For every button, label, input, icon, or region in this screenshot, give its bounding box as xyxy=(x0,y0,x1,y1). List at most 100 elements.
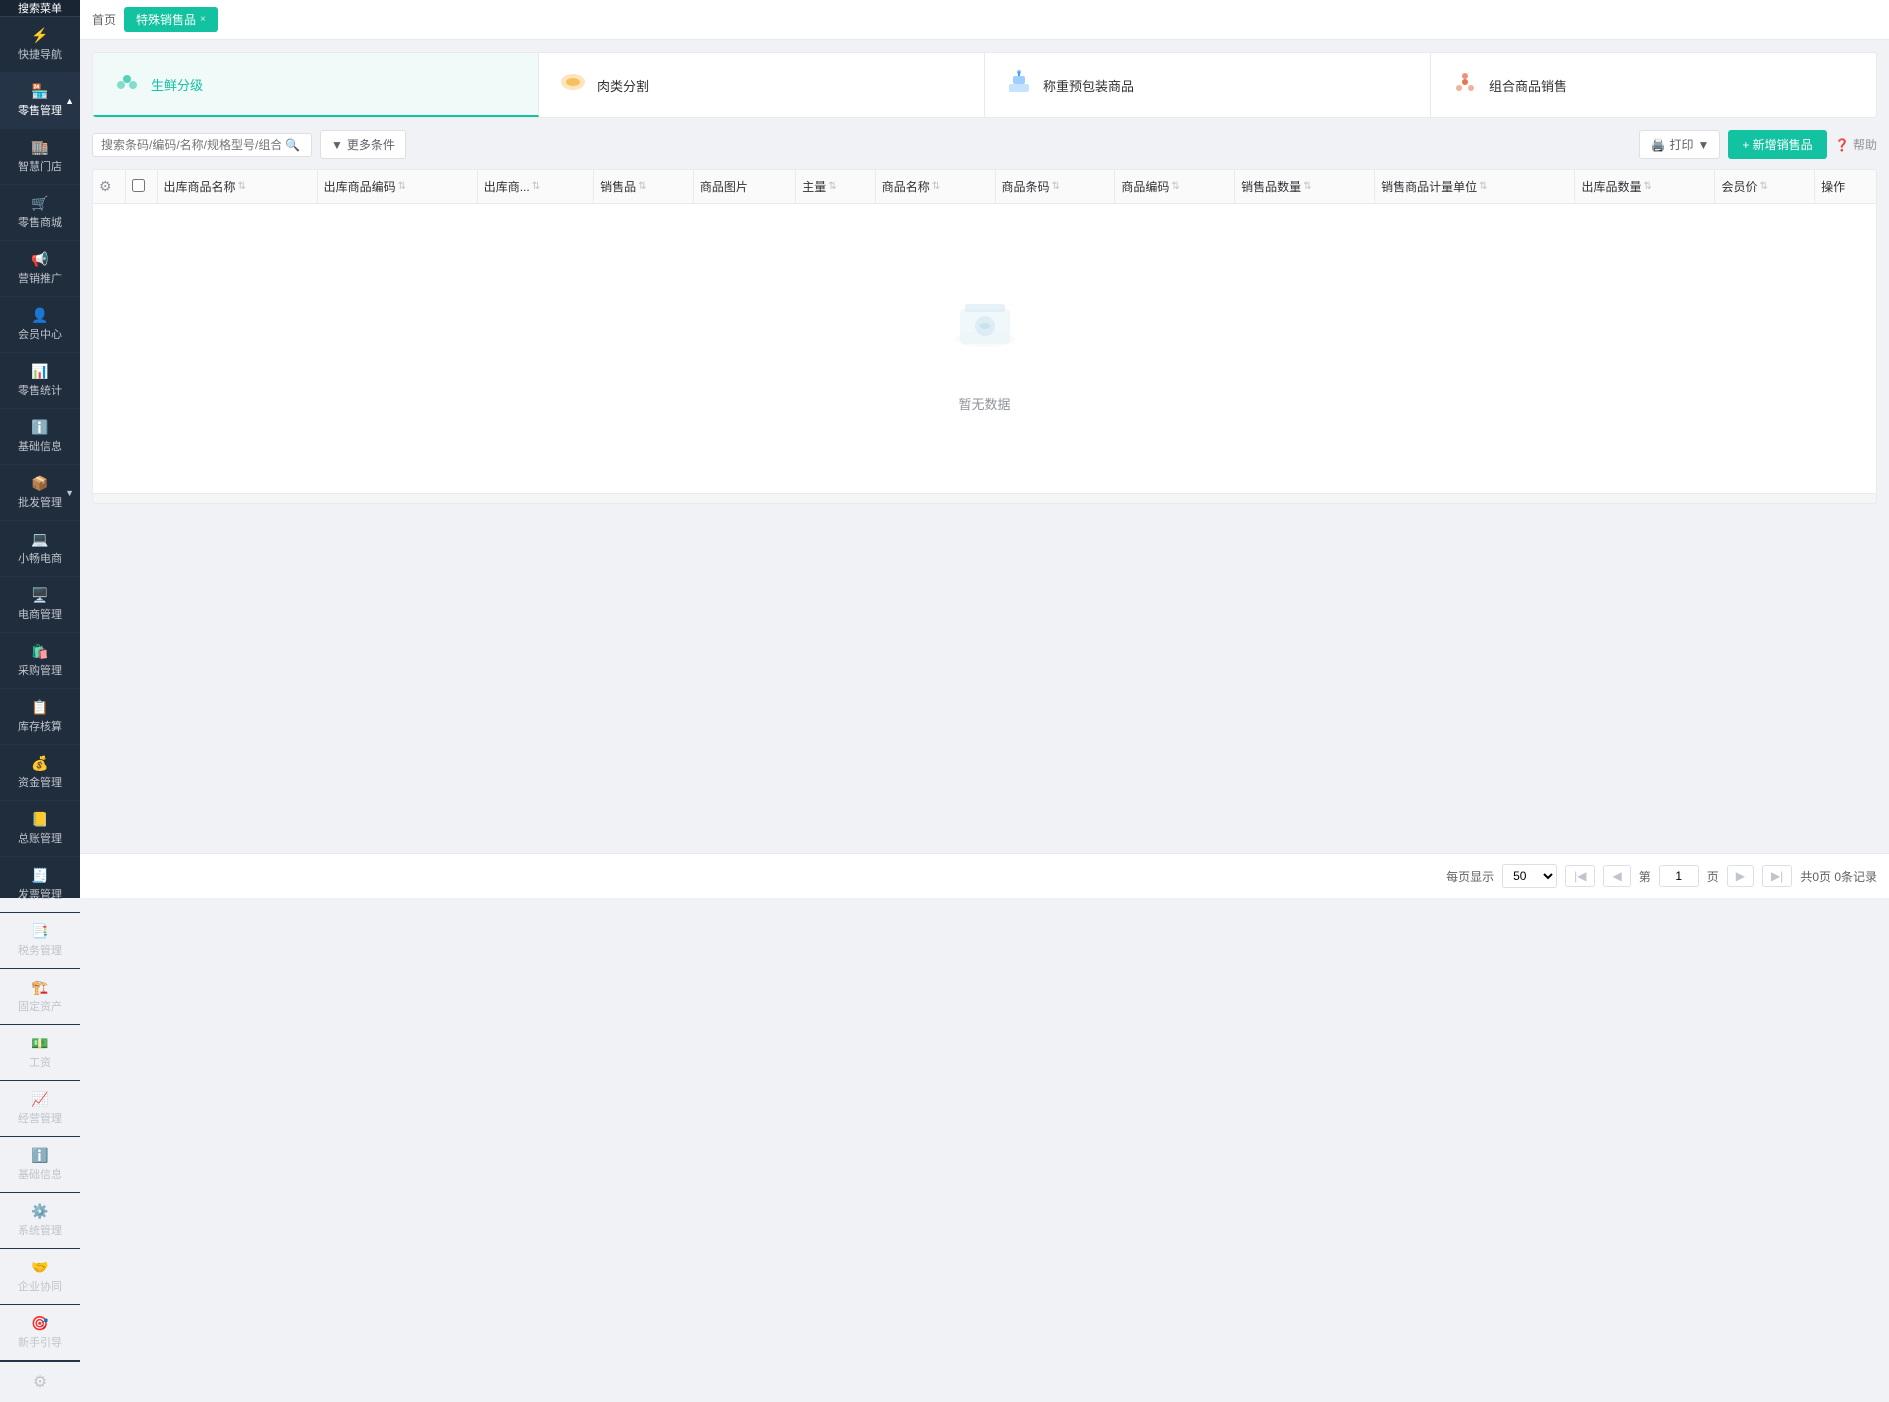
newbie-icon: 🎯 xyxy=(31,1315,48,1332)
settings-icon: ⚙ xyxy=(33,1374,47,1391)
tab-close-icon[interactable]: × xyxy=(200,14,206,25)
basic-info2-icon: ℹ️ xyxy=(31,1147,48,1164)
sort-icon-2: ⇅ xyxy=(398,181,406,192)
bottom-scrollbar[interactable] xyxy=(93,493,1876,503)
th-out-qty[interactable]: 出库品数量 ⇅ xyxy=(1575,170,1715,204)
sidebar-item-invoice-mgmt[interactable]: 🧾 发票管理 xyxy=(0,857,80,913)
th-checkbox[interactable] xyxy=(125,170,157,204)
sidebar-item-general-ledger[interactable]: 📒 总账管理 xyxy=(0,801,80,857)
sidebar-item-basic-info[interactable]: ℹ️ 基础信息 xyxy=(0,409,80,465)
toolbar-left: 🔍 ▼ 更多条件 xyxy=(92,130,406,159)
sidebar-item-newbie[interactable]: 🎯 新手引导 xyxy=(0,1305,80,1361)
sidebar-item-member-center[interactable]: 👤 会员中心 xyxy=(0,297,80,353)
inventory-icon: 📋 xyxy=(31,699,48,716)
sidebar-item-purchase-mgmt[interactable]: 🛍️ 采购管理 xyxy=(0,633,80,689)
th-member-price[interactable]: 会员价 ⇅ xyxy=(1715,170,1815,204)
member-center-icon: 👤 xyxy=(31,307,48,324)
th-product-image: 商品图片 xyxy=(693,170,795,204)
th-weight[interactable]: 主量 ⇅ xyxy=(796,170,876,204)
add-product-button[interactable]: + 新增销售品 xyxy=(1728,130,1826,159)
sidebar-item-system-mgmt[interactable]: ⚙️ 系统管理 xyxy=(0,1193,80,1249)
search-box[interactable]: 🔍 xyxy=(92,133,312,157)
tab-combo-sales[interactable]: 组合商品销售 xyxy=(1431,53,1876,117)
sidebar-item-marketing[interactable]: 📢 营销推广 xyxy=(0,241,80,297)
help-button[interactable]: ❓ 帮助 xyxy=(1835,136,1877,153)
search-icon: 🔍 xyxy=(285,138,300,152)
select-all-checkbox[interactable] xyxy=(132,179,145,192)
sidebar-item-retail-mall[interactable]: 🛒 零售商城 xyxy=(0,185,80,241)
wholesale-mgmt-icon: 📦 xyxy=(31,475,48,492)
search-input[interactable] xyxy=(101,138,281,152)
home-tab[interactable]: 首页 xyxy=(92,11,116,28)
print-dropdown-icon: ▼ xyxy=(1697,138,1709,152)
sidebar-item-ecom-mgmt[interactable]: 🖥️ 电商管理 xyxy=(0,577,80,633)
next-page-button[interactable]: ▶ xyxy=(1727,865,1754,887)
tax-mgmt-icon: 📑 xyxy=(31,923,48,940)
mini-ecom-icon: 💻 xyxy=(31,531,48,548)
th-operation: 操作 xyxy=(1815,170,1876,204)
tab-fresh-grade[interactable]: 生鲜分级 xyxy=(93,53,539,117)
finance-icon: 💰 xyxy=(31,755,48,772)
combo-sales-icon xyxy=(1451,68,1479,102)
sort-icon-12: ⇅ xyxy=(1759,181,1767,192)
invoice-mgmt-icon: 🧾 xyxy=(31,867,48,884)
general-ledger-icon: 📒 xyxy=(31,811,48,828)
empty-icon xyxy=(945,284,1025,378)
sidebar-item-finance[interactable]: 💰 资金管理 xyxy=(0,745,80,801)
th-sale-qty[interactable]: 销售品数量 ⇅ xyxy=(1235,170,1375,204)
sort-icon-9: ⇅ xyxy=(1303,181,1311,192)
data-table: ⚙ 出库商品名称 ⇅ 出库商 xyxy=(93,170,1876,204)
last-page-button[interactable]: ▶| xyxy=(1762,865,1792,887)
th-sale-unit[interactable]: 销售商品计量单位 ⇅ xyxy=(1375,170,1575,204)
active-tab[interactable]: 特殊销售品 × xyxy=(124,7,218,32)
retail-mall-icon: 🛒 xyxy=(31,195,48,212)
sidebar-item-ops-mgmt[interactable]: 📈 经营管理 xyxy=(0,1081,80,1137)
meat-cut-icon xyxy=(559,70,587,100)
first-page-button[interactable]: |◀ xyxy=(1565,865,1595,887)
th-out-product-name[interactable]: 出库商品名称 ⇅ xyxy=(157,170,317,204)
print-icon: 🖨️ xyxy=(1650,138,1665,152)
per-page-select[interactable]: 10 20 50 100 xyxy=(1502,864,1557,888)
sidebar-item-tax-mgmt[interactable]: 📑 税务管理 xyxy=(0,913,80,969)
th-sale-product[interactable]: 销售品 ⇅ xyxy=(594,170,694,204)
print-button[interactable]: 🖨️ 打印 ▼ xyxy=(1639,130,1720,159)
pagination-bar: 每页显示 10 20 50 100 |◀ ◀ 第 页 ▶ ▶| 共0页 0条记录 xyxy=(80,853,1889,898)
sidebar-item-wholesale-mgmt[interactable]: 📦 批发管理 ▼ xyxy=(0,465,80,521)
sidebar-item-wages[interactable]: 💵 工资 xyxy=(0,1025,80,1081)
topbar: 首页 特殊销售品 × xyxy=(80,0,1889,40)
sidebar-item-enterprise[interactable]: 🤝 企业协同 xyxy=(0,1249,80,1305)
sidebar-item-basic-info2[interactable]: ℹ️ 基础信息 xyxy=(0,1137,80,1193)
sidebar-item-fixed-assets[interactable]: 🏗️ 固定资产 xyxy=(0,969,80,1025)
th-product-code[interactable]: 商品编码 ⇅ xyxy=(1115,170,1235,204)
sidebar-item-inventory[interactable]: 📋 库存核算 xyxy=(0,689,80,745)
gear-icon[interactable]: ⚙ xyxy=(99,178,112,194)
sidebar-item-mini-ecom[interactable]: 💻 小畅电商 xyxy=(0,521,80,577)
th-product-name[interactable]: 商品名称 ⇅ xyxy=(875,170,995,204)
expand-icon: ▲ xyxy=(65,96,74,106)
th-settings[interactable]: ⚙ xyxy=(93,170,125,204)
tab-cards: 生鲜分级 肉类分割 xyxy=(92,52,1877,118)
sort-icon-10: ⇅ xyxy=(1479,181,1487,192)
sidebar-item-smart-store[interactable]: 🏬 智慧门店 xyxy=(0,129,80,185)
filter-button[interactable]: ▼ 更多条件 xyxy=(320,130,406,159)
page-input[interactable] xyxy=(1659,865,1699,887)
main-content: 首页 特殊销售品 × 生鲜分级 xyxy=(80,0,1889,898)
sidebar-item-retail-stats[interactable]: 📊 零售统计 xyxy=(0,353,80,409)
sidebar-search[interactable]: 搜索菜单 xyxy=(0,0,80,17)
wholesale-expand-icon: ▼ xyxy=(65,488,74,498)
sidebar-item-retail-mgmt[interactable]: 🏪 零售管理 ▲ xyxy=(0,73,80,129)
retail-stats-icon: 📊 xyxy=(31,363,48,380)
sort-icon-4: ⇅ xyxy=(638,181,646,192)
empty-state: 暂无数据 xyxy=(93,204,1876,493)
th-product-barcode[interactable]: 商品条码 ⇅ xyxy=(995,170,1115,204)
tab-weight-prepack[interactable]: 称重预包装商品 xyxy=(985,53,1431,117)
sidebar-item-quick-nav[interactable]: ⚡ 快捷导航 xyxy=(0,17,80,73)
prev-page-button[interactable]: ◀ xyxy=(1603,865,1630,887)
sort-icon: ⇅ xyxy=(238,181,246,192)
sidebar-settings[interactable]: ⚙ xyxy=(0,1361,80,1402)
tab-meat-cut[interactable]: 肉类分割 xyxy=(539,53,985,117)
quick-nav-icon: ⚡ xyxy=(31,27,48,44)
th-out-product-x[interactable]: 出库商... ⇅ xyxy=(477,170,593,204)
fresh-grade-icon xyxy=(113,67,141,101)
th-out-product-code[interactable]: 出库商品编码 ⇅ xyxy=(317,170,477,204)
